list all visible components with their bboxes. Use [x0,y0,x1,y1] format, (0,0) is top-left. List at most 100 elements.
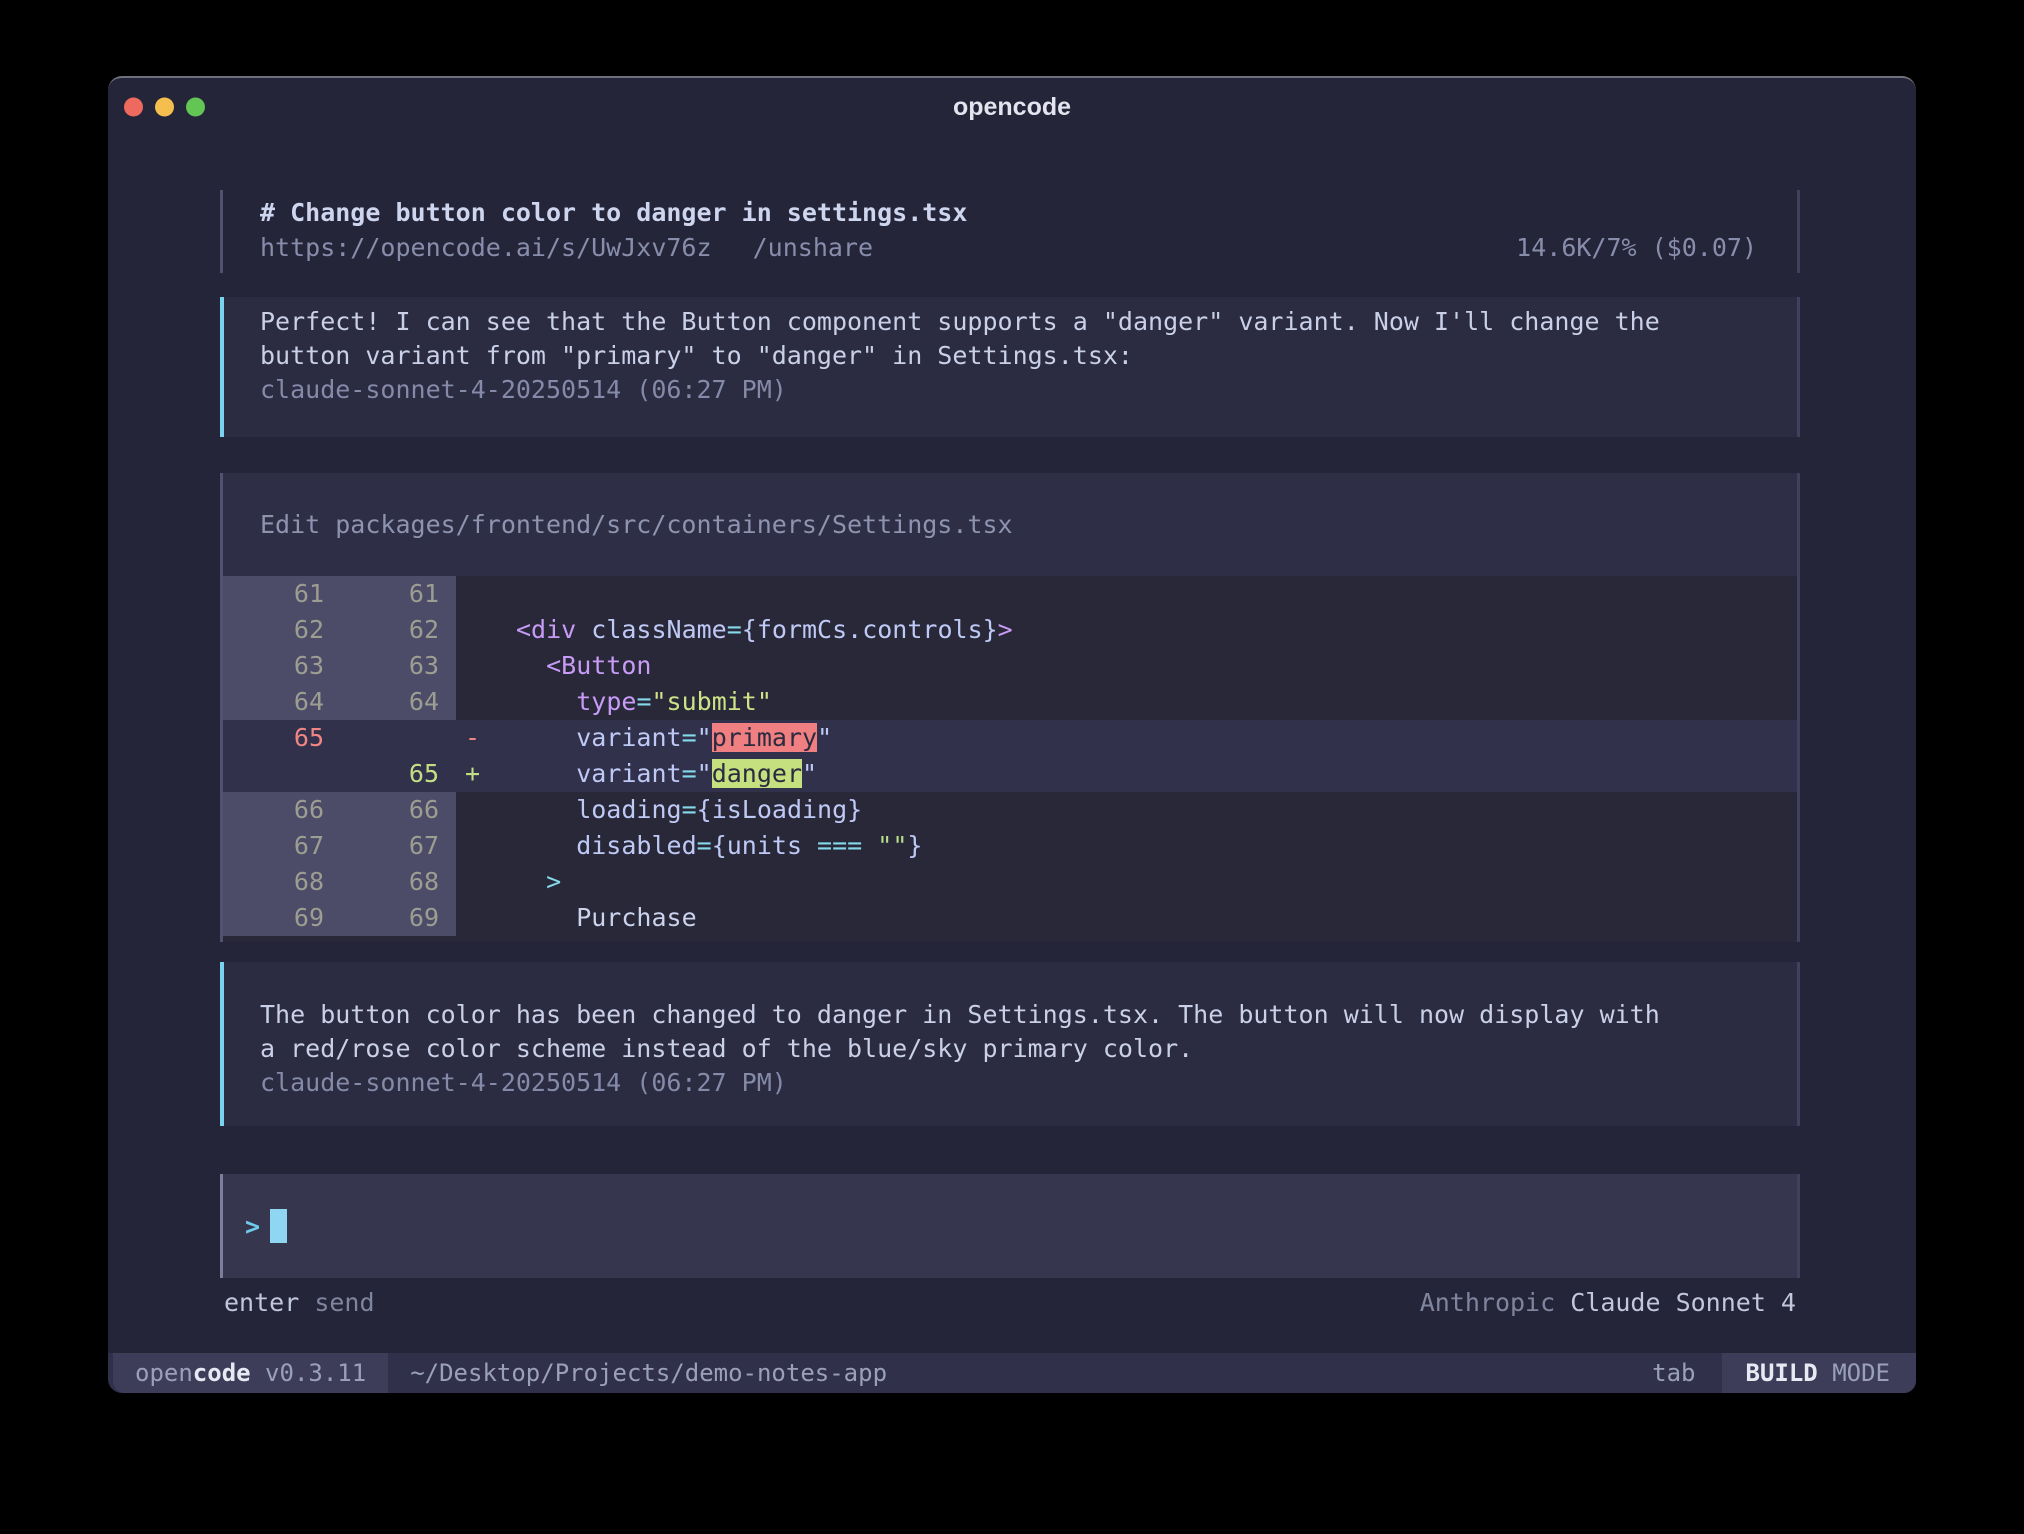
code-token: === [817,831,862,860]
diff-marker [456,612,488,648]
code-token: {isLoading} [697,795,863,824]
code-token: = [682,795,697,824]
close-button[interactable] [124,98,143,117]
code-line: > [488,864,1797,900]
code-token: } [907,831,922,860]
window-title: opencode [953,93,1071,122]
share-url-link[interactable]: https://opencode.ai/s/UwJxv76z [260,233,712,262]
maximize-button[interactable] [186,98,205,117]
minimize-button[interactable] [155,98,174,117]
code-line: loading={isLoading} [488,792,1797,828]
code-token: " [817,723,832,752]
code-line: variant="primary" [488,720,1797,756]
diff-marker: + [456,756,488,792]
code-token: > [998,615,1013,644]
new-line-number: 65 [341,756,456,792]
old-line-number: 61 [223,576,341,612]
hint-row: enter send Anthropic Claude Sonnet 4 [220,1286,1800,1320]
assistant-message-1: Perfect! I can see that the Button compo… [220,297,1800,437]
status-bar: opencode v0.3.11 ~/Desktop/Projects/demo… [108,1353,1916,1393]
code-token: <Button [516,651,651,680]
diff-marker [456,792,488,828]
traffic-lights [124,98,205,117]
diff-row: 6363 <Button [223,648,1797,684]
new-line-number: 63 [341,648,456,684]
diff-row: 6868 > [223,864,1797,900]
code-token: type [576,687,636,716]
code-token: " [697,759,712,788]
code-token: > [516,867,561,896]
code-token: = [682,759,697,788]
code-token: = [636,687,651,716]
code-token: " [697,723,712,752]
code-token: disabled [516,831,697,860]
main-content: # Change button color to danger in setti… [108,190,1916,1320]
new-line-number: 66 [341,792,456,828]
new-line-number: 67 [341,828,456,864]
share-row: https://opencode.ai/s/UwJxv76z /unshare [260,230,873,265]
old-line-number: 65 [223,720,341,756]
diff-marker [456,828,488,864]
code-line: <div className={formCs.controls}> [488,612,1797,648]
code-line: type="submit" [488,684,1797,720]
old-line-number: 68 [223,864,341,900]
code-line: variant="danger" [488,756,1797,792]
code-line: Purchase [488,900,1797,936]
model-timestamp: claude-sonnet-4-20250514 (06:27 PM) [260,373,1757,407]
code-token: Purchase [516,903,697,932]
code-token: "" [877,831,907,860]
diff-row: 6666 loading={isLoading} [223,792,1797,828]
text-cursor [270,1209,287,1243]
new-line-number [341,720,456,756]
code-line [488,576,1797,612]
code-token: className [576,615,727,644]
unshare-command[interactable]: /unshare [753,233,873,262]
code-line: <Button [488,648,1797,684]
model-indicator: Anthropic Claude Sonnet 4 [1420,1286,1796,1320]
session-meta-row: https://opencode.ai/s/UwJxv76z /unshare … [260,230,1757,265]
code-line: disabled={units === ""} [488,828,1797,864]
tab-hint[interactable]: tab [1652,1359,1695,1387]
diff-row: 65+ variant="danger" [223,756,1797,792]
code-token: {units [712,831,817,860]
session-header: # Change button color to danger in setti… [220,190,1800,273]
app-version-chip: opencode v0.3.11 [113,1353,388,1393]
titlebar: opencode [108,78,1916,136]
edit-tool-header: Edit packages/frontend/src/containers/Se… [223,473,1797,576]
message-line: Perfect! I can see that the Button compo… [260,305,1757,339]
diff-marker [456,576,488,612]
model-timestamp: claude-sonnet-4-20250514 (06:27 PM) [260,1066,1757,1100]
code-token: " [802,759,817,788]
new-line-number: 61 [341,576,456,612]
prompt-input[interactable]: > [220,1174,1800,1278]
diff-marker [456,684,488,720]
context-usage: 14.6K/7% ($0.07) [1516,230,1757,265]
diff-row: 6262<div className={formCs.controls}> [223,612,1797,648]
code-token: <div [516,615,576,644]
diff-marker: - [456,720,488,756]
diff-marker [456,864,488,900]
diff-marker [456,648,488,684]
code-token: = [682,723,697,752]
code-token [862,831,877,860]
old-line-number: 69 [223,900,341,936]
code-token: primary [712,723,817,752]
send-hint: enter send [224,1286,375,1320]
old-line-number [223,756,341,792]
diff-row: 6767 disabled={units === ""} [223,828,1797,864]
new-line-number: 62 [341,612,456,648]
working-directory: ~/Desktop/Projects/demo-notes-app [410,1359,887,1387]
diff-row: 6161 [223,576,1797,612]
code-token: = [727,615,742,644]
old-line-number: 67 [223,828,341,864]
old-line-number: 63 [223,648,341,684]
edit-tool-card: Edit packages/frontend/src/containers/Se… [220,473,1800,942]
assistant-message-2: The button color has been changed to dan… [220,962,1800,1126]
code-token: variant [516,723,682,752]
new-line-number: 68 [341,864,456,900]
code-token [516,687,576,716]
new-line-number: 69 [341,900,456,936]
diff-row: 6969 Purchase [223,900,1797,936]
diff-row: 6464 type="submit" [223,684,1797,720]
prompt-symbol: > [245,1212,260,1241]
